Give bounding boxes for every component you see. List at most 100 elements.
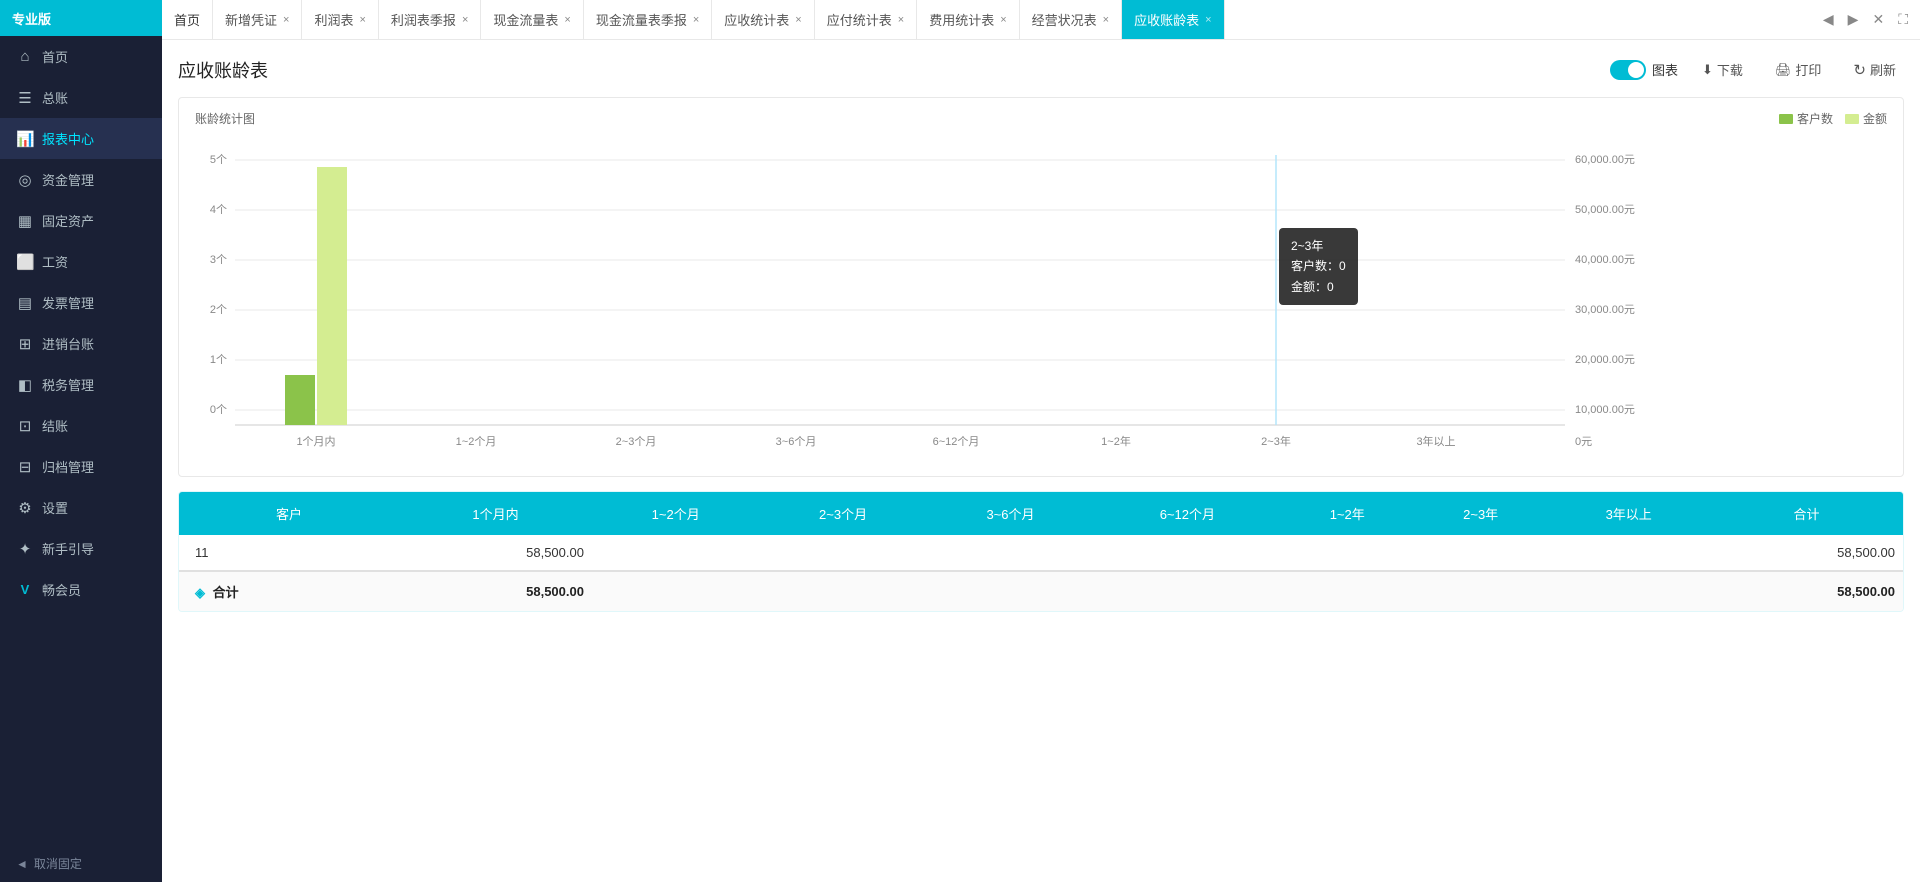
download-icon: ⬇	[1702, 62, 1713, 78]
footer-m612	[1094, 571, 1280, 611]
tab-voucher-label: 新增凭证	[225, 10, 277, 29]
tab-ar-aging-label: 应收账龄表	[1134, 10, 1199, 29]
svg-text:2~3个月: 2~3个月	[616, 435, 657, 448]
pin-toggle[interactable]: ◄ 取消固定	[0, 845, 162, 882]
tab-next-button[interactable]: ▶	[1844, 9, 1863, 30]
sidebar-item-label: 固定资产	[42, 211, 94, 230]
chart-toggle[interactable]	[1610, 60, 1646, 80]
col-customer: 客户	[179, 492, 399, 535]
funds-icon: ◎	[16, 171, 34, 189]
pin-label: 取消固定	[34, 855, 82, 872]
footer-m36	[927, 571, 1094, 611]
tab-ar-aging[interactable]: 应收账龄表 ×	[1122, 0, 1224, 40]
sidebar-item-vip[interactable]: V 畅会员	[0, 569, 162, 610]
tab-profit[interactable]: 利润表 ×	[302, 0, 378, 40]
col-y23: 2~3年	[1414, 492, 1547, 535]
home-icon: ⌂	[16, 48, 34, 65]
sidebar-item-assets[interactable]: ▦ 固定资产	[0, 200, 162, 241]
sidebar-item-payroll[interactable]: ⬜ 工资	[0, 241, 162, 282]
svg-text:2~3年: 2~3年	[1261, 434, 1291, 448]
svg-text:10,000.00元: 10,000.00元	[1575, 404, 1635, 416]
tab-close-all-button[interactable]: ✕	[1868, 9, 1888, 30]
col-m1: 1个月内	[399, 492, 592, 535]
tab-expense-stat-close[interactable]: ×	[1000, 14, 1006, 26]
aging-table: 客户 1个月内 1~2个月 2~3个月 3~6个月 6~12个月 1~2年 2~…	[179, 492, 1903, 611]
tab-receivable-stat-close[interactable]: ×	[795, 14, 801, 26]
sidebar-item-stock[interactable]: ⊞ 进销台账	[0, 323, 162, 364]
total-icon: ◈	[195, 585, 205, 600]
tab-expense-stat[interactable]: 费用统计表 ×	[917, 0, 1019, 40]
sidebar-item-tax[interactable]: ◧ 税务管理	[0, 364, 162, 405]
sidebar-item-label: 设置	[42, 498, 68, 517]
tab-cashflow-close[interactable]: ×	[564, 14, 570, 26]
refresh-icon: ↻	[1853, 61, 1866, 79]
sidebar-item-archive[interactable]: ⊟ 归档管理	[0, 446, 162, 487]
sidebar-item-invoice[interactable]: ▤ 发票管理	[0, 282, 162, 323]
tab-ar-aging-close[interactable]: ×	[1205, 14, 1211, 26]
chart-toggle-wrap[interactable]: 图表	[1610, 60, 1678, 80]
tab-cashflow[interactable]: 现金流量表 ×	[481, 0, 583, 40]
tab-maximize-button[interactable]: ⛶	[1894, 9, 1912, 30]
tab-profit-quarter-close[interactable]: ×	[462, 14, 468, 26]
sidebar-item-guide[interactable]: ✦ 新手引导	[0, 528, 162, 569]
tab-prev-button[interactable]: ◀	[1819, 9, 1838, 30]
tab-payable-stat-label: 应付统计表	[827, 10, 892, 29]
sidebar-item-label: 畅会员	[42, 580, 81, 599]
download-button[interactable]: ⬇ 下载	[1694, 56, 1751, 83]
tab-voucher-close[interactable]: ×	[283, 14, 289, 26]
data-table-wrap: 客户 1个月内 1~2个月 2~3个月 3~6个月 6~12个月 1~2年 2~…	[178, 491, 1904, 612]
archive-icon: ⊟	[16, 458, 34, 476]
tab-home[interactable]: 首页	[162, 0, 213, 40]
sidebar-item-label: 结账	[42, 416, 68, 435]
svg-text:3年以上: 3年以上	[1416, 434, 1455, 448]
sidebar-item-ledger[interactable]: ☰ 总账	[0, 77, 162, 118]
footer-m1: 58,500.00	[399, 571, 592, 611]
chart-legend: 客户数 金额	[1779, 110, 1887, 127]
svg-text:6~12个月: 6~12个月	[933, 435, 980, 448]
svg-text:2个: 2个	[210, 303, 227, 316]
tab-payable-stat[interactable]: 应付统计表 ×	[815, 0, 917, 40]
legend-customers-box	[1779, 114, 1793, 124]
sidebar-item-funds[interactable]: ◎ 资金管理	[0, 159, 162, 200]
tab-cashflow-quarter[interactable]: 现金流量表季报 ×	[584, 0, 712, 40]
chart-container: 账龄统计图 客户数 金额 5个 4个 3个 2个 1个 0个	[178, 97, 1904, 477]
tab-cashflow-label: 现金流量表	[493, 10, 558, 29]
tab-payable-stat-close[interactable]: ×	[898, 14, 904, 26]
legend-amount-box	[1845, 114, 1859, 124]
cell-m36	[927, 535, 1094, 571]
sidebar-item-settings[interactable]: ⚙ 设置	[0, 487, 162, 528]
cell-m1: 58,500.00	[399, 535, 592, 571]
cell-y12	[1281, 535, 1414, 571]
tab-cashflow-quarter-close[interactable]: ×	[693, 14, 699, 26]
tab-receivable-stat[interactable]: 应收统计表 ×	[712, 0, 814, 40]
content-area: 应收账龄表 图表 ⬇ 下载 🖨 打印 ↻ 刷新	[162, 40, 1920, 882]
print-button[interactable]: 🖨 打印	[1767, 56, 1830, 83]
sidebar-item-home[interactable]: ⌂ 首页	[0, 36, 162, 77]
tab-profit-quarter[interactable]: 利润表季报 ×	[379, 0, 481, 40]
footer-y12	[1281, 571, 1414, 611]
tab-profit-close[interactable]: ×	[359, 14, 365, 26]
reports-icon: 📊	[16, 130, 34, 148]
sidebar-item-close[interactable]: ⊡ 结账	[0, 405, 162, 446]
main-area: 首页 新增凭证 × 利润表 × 利润表季报 × 现金流量表 × 现金流量表季报 …	[162, 0, 1920, 882]
tab-voucher[interactable]: 新增凭证 ×	[213, 0, 302, 40]
legend-customers-label: 客户数	[1797, 110, 1833, 127]
table-header-row: 客户 1个月内 1~2个月 2~3个月 3~6个月 6~12个月 1~2年 2~…	[179, 492, 1903, 535]
svg-text:0个: 0个	[210, 403, 227, 416]
sidebar-item-label: 发票管理	[42, 293, 94, 312]
tab-biz-status-label: 经营状况表	[1032, 10, 1097, 29]
tab-controls: ◀ ▶ ✕ ⛶	[1811, 9, 1920, 30]
stock-icon: ⊞	[16, 335, 34, 353]
sidebar-item-reports[interactable]: 📊 报表中心	[0, 118, 162, 159]
legend-amount-label: 金额	[1863, 110, 1887, 127]
svg-text:3~6个月: 3~6个月	[776, 435, 817, 448]
col-y12: 1~2年	[1281, 492, 1414, 535]
invoice-icon: ▤	[16, 294, 34, 312]
refresh-button[interactable]: ↻ 刷新	[1845, 56, 1904, 83]
tab-biz-status-close[interactable]: ×	[1103, 14, 1109, 26]
cell-y3plus	[1547, 535, 1710, 571]
print-icon: 🖨	[1775, 62, 1792, 78]
tab-biz-status[interactable]: 经营状况表 ×	[1020, 0, 1122, 40]
col-m23: 2~3个月	[759, 492, 926, 535]
close-book-icon: ⊡	[16, 417, 34, 435]
